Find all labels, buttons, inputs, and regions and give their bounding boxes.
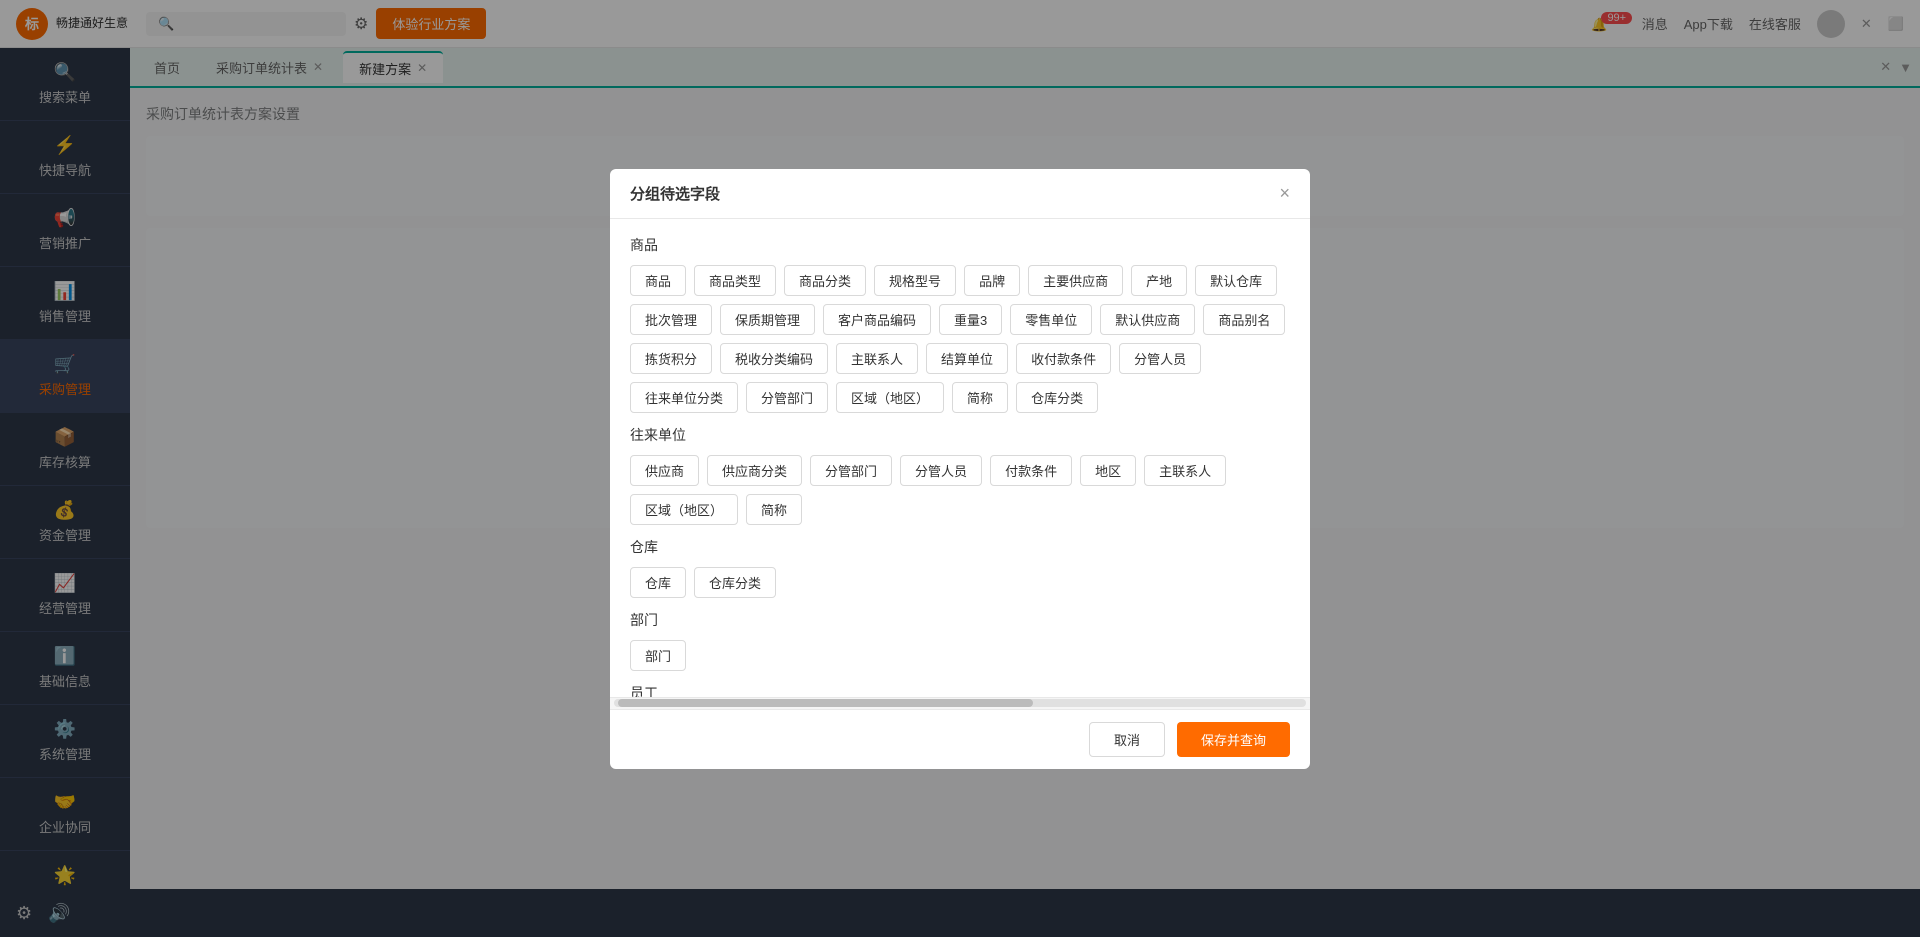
field-tag[interactable]: 分管人员 <box>900 455 982 486</box>
field-tag[interactable]: 默认供应商 <box>1100 304 1195 335</box>
field-tag[interactable]: 拣货积分 <box>630 343 712 374</box>
field-tag[interactable]: 零售单位 <box>1010 304 1092 335</box>
field-tag[interactable]: 付款条件 <box>990 455 1072 486</box>
field-tag[interactable]: 商品 <box>630 265 686 296</box>
field-tag[interactable]: 仓库分类 <box>1016 382 1098 413</box>
field-tag[interactable]: 往来单位分类 <box>630 382 738 413</box>
section-title-partner: 往来单位 <box>630 425 1290 445</box>
modal-horizontal-scrollbar[interactable] <box>610 697 1310 709</box>
field-tag[interactable]: 商品类型 <box>694 265 776 296</box>
fields-grid-warehouse: 仓库 仓库分类 <box>630 567 1290 598</box>
field-tag[interactable]: 仓库分类 <box>694 567 776 598</box>
section-title-goods: 商品 <box>630 235 1290 255</box>
field-tag[interactable]: 税收分类编码 <box>720 343 828 374</box>
field-tag[interactable]: 重量3 <box>939 304 1002 335</box>
modal-title: 分组待选字段 <box>630 183 720 204</box>
field-tag[interactable]: 主联系人 <box>1144 455 1226 486</box>
field-tag[interactable]: 供应商分类 <box>707 455 802 486</box>
section-title-department: 部门 <box>630 610 1290 630</box>
field-tag[interactable]: 分管部门 <box>810 455 892 486</box>
field-tag[interactable]: 区域（地区） <box>630 494 738 525</box>
field-tag[interactable]: 仓库 <box>630 567 686 598</box>
modal-header: 分组待选字段 × <box>610 169 1310 219</box>
field-tag[interactable]: 地区 <box>1080 455 1136 486</box>
field-tag[interactable]: 规格型号 <box>874 265 956 296</box>
field-tag[interactable]: 品牌 <box>964 265 1020 296</box>
field-tag[interactable]: 供应商 <box>630 455 699 486</box>
modal-close-button[interactable]: × <box>1279 184 1290 202</box>
cancel-button[interactable]: 取消 <box>1089 722 1165 757</box>
field-selector-modal: 分组待选字段 × 商品 商品 商品类型 商品分类 规格型号 品牌 主要供应商 产… <box>610 169 1310 769</box>
field-tag[interactable]: 批次管理 <box>630 304 712 335</box>
field-tag[interactable]: 简称 <box>952 382 1008 413</box>
field-tag[interactable]: 商品别名 <box>1203 304 1285 335</box>
field-tag[interactable]: 客户商品编码 <box>823 304 931 335</box>
modal-footer: 取消 保存并查询 <box>610 709 1310 769</box>
confirm-button[interactable]: 保存并查询 <box>1177 722 1290 757</box>
field-tag[interactable]: 主要供应商 <box>1028 265 1123 296</box>
fields-grid-department: 部门 <box>630 640 1290 671</box>
field-tag[interactable]: 分管部门 <box>746 382 828 413</box>
field-tag[interactable]: 商品分类 <box>784 265 866 296</box>
field-tag[interactable]: 产地 <box>1131 265 1187 296</box>
field-tag[interactable]: 部门 <box>630 640 686 671</box>
field-tag[interactable]: 默认仓库 <box>1195 265 1277 296</box>
field-tag[interactable]: 分管人员 <box>1119 343 1201 374</box>
section-title-employee: 员工 <box>630 683 1290 697</box>
modal-body: 商品 商品 商品类型 商品分类 规格型号 品牌 主要供应商 产地 默认仓库 批次… <box>610 219 1310 697</box>
section-title-warehouse: 仓库 <box>630 537 1290 557</box>
field-tag[interactable]: 主联系人 <box>836 343 918 374</box>
fields-grid-partner: 供应商 供应商分类 分管部门 分管人员 付款条件 地区 主联系人 区域（地区） … <box>630 455 1290 525</box>
field-tag[interactable]: 保质期管理 <box>720 304 815 335</box>
field-tag[interactable]: 简称 <box>746 494 802 525</box>
fields-grid-goods: 商品 商品类型 商品分类 规格型号 品牌 主要供应商 产地 默认仓库 批次管理 … <box>630 265 1290 413</box>
field-tag[interactable]: 收付款条件 <box>1016 343 1111 374</box>
field-tag[interactable]: 结算单位 <box>926 343 1008 374</box>
field-tag[interactable]: 区域（地区） <box>836 382 944 413</box>
